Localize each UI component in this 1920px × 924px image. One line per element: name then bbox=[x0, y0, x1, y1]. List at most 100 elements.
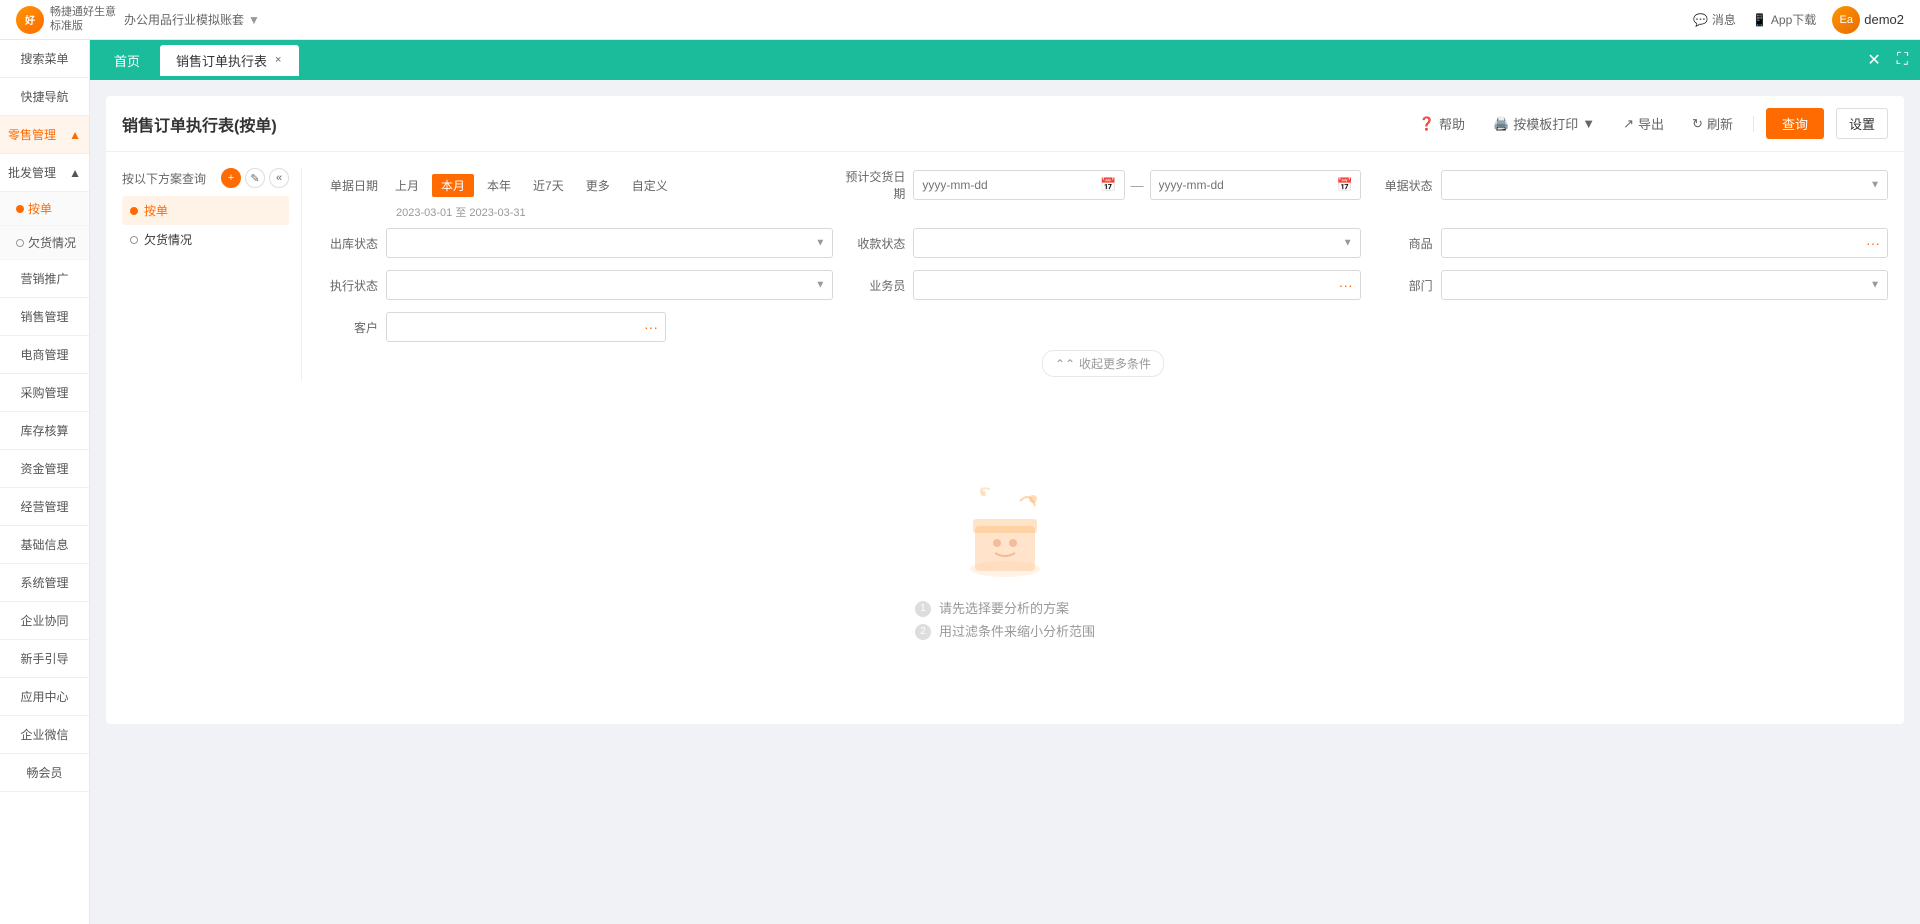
header-right: 💬 消息 📱 App下载 Ea demo2 bbox=[1693, 6, 1904, 34]
page-title: 销售订单执行表(按单) bbox=[122, 112, 277, 136]
empty-hint-1: 1 请先选择要分析的方案 bbox=[915, 597, 1095, 620]
window-expand-icon[interactable]: ⛶ bbox=[1893, 47, 1912, 73]
query-button[interactable]: 查询 bbox=[1766, 108, 1824, 139]
chevron-up-icon: ▲ bbox=[69, 128, 81, 142]
export-button[interactable]: ↗ 导出 bbox=[1615, 110, 1672, 137]
breadcrumb[interactable]: 办公用品行业模拟账套 ▼ bbox=[124, 11, 260, 28]
sidebar-item-newbie[interactable]: 新手引导 bbox=[0, 640, 89, 678]
goods-label: 商品 bbox=[1373, 235, 1433, 252]
app-download-button[interactable]: 📱 App下载 bbox=[1752, 11, 1816, 28]
sidebar-item-cooperation[interactable]: 企业协同 bbox=[0, 602, 89, 640]
sidebar-item-system[interactable]: 系统管理 bbox=[0, 564, 89, 602]
tab-bar: 首页 销售订单执行表 × ✕ ⛶ bbox=[90, 40, 1920, 80]
date-tab-this-month[interactable]: 本月 bbox=[432, 174, 474, 197]
help-button[interactable]: ❓ 帮助 bbox=[1411, 110, 1473, 137]
message-icon: 💬 bbox=[1693, 13, 1708, 27]
main-layout: 搜索菜单 快捷导航 零售管理 ▲ 批发管理 ▲ 按单 欠货情况 营销推广 销售管… bbox=[0, 40, 1920, 924]
empty-svg bbox=[945, 481, 1065, 581]
doc-status-select[interactable] bbox=[1441, 170, 1888, 200]
date-tabs: 上月 本月 本年 近7天 更多 自定义 bbox=[386, 174, 677, 197]
sidebar-item-basic[interactable]: 基础信息 bbox=[0, 526, 89, 564]
filter-dept-col: 部门 bbox=[1373, 270, 1888, 300]
date-tab-7days[interactable]: 近7天 bbox=[524, 174, 573, 197]
top-header: 好 畅捷通好生意 标准版 办公用品行业模拟账套 ▼ 💬 消息 📱 App下载 E… bbox=[0, 0, 1920, 40]
expected-date-label: 预计交货日期 bbox=[845, 168, 905, 202]
dept-label: 部门 bbox=[1373, 277, 1433, 294]
tab-close-icon[interactable]: × bbox=[273, 54, 283, 66]
filter-out-status-col: 出库状态 bbox=[318, 228, 833, 258]
sidebar-item-member[interactable]: 畅会员 bbox=[0, 754, 89, 792]
filter-date-col: 单据日期 上月 本月 本年 近7天 更多 自定义 bbox=[318, 174, 833, 197]
goods-input[interactable] bbox=[1441, 228, 1888, 258]
message-button[interactable]: 💬 消息 bbox=[1693, 11, 1736, 28]
empty-illustration bbox=[945, 481, 1065, 581]
add-scheme-button[interactable]: + bbox=[221, 168, 241, 188]
date-tab-last-month[interactable]: 上月 bbox=[386, 174, 428, 197]
receipt-status-select[interactable] bbox=[913, 228, 1360, 258]
expected-date-end-wrapper: 📅 bbox=[1150, 170, 1361, 200]
sidebar-sub-item-按单[interactable]: 按单 bbox=[0, 192, 89, 226]
sidebar-sub-item-欠货情况[interactable]: 欠货情况 bbox=[0, 226, 89, 260]
salesperson-input[interactable] bbox=[913, 270, 1360, 300]
tab-sales-order[interactable]: 销售订单执行表 × bbox=[160, 45, 299, 76]
expected-date-start-input[interactable] bbox=[913, 170, 1124, 200]
step-2-icon: 2 bbox=[915, 624, 931, 640]
filter-row-1: 单据日期 上月 本月 本年 近7天 更多 自定义 bbox=[318, 168, 1888, 202]
sidebar-item-wechat[interactable]: 企业微信 bbox=[0, 716, 89, 754]
sidebar-quick-nav[interactable]: 快捷导航 bbox=[0, 78, 89, 116]
date-tab-more[interactable]: 更多 bbox=[577, 174, 619, 197]
chevron-up-icon2: ▲ bbox=[69, 166, 81, 180]
sidebar-search[interactable]: 搜索菜单 bbox=[0, 40, 89, 78]
expected-date-inputs: 📅 — 📅 bbox=[913, 170, 1360, 200]
content-area: 首页 销售订单执行表 × ✕ ⛶ 销售订单执行表(按单) ❓ bbox=[90, 40, 1920, 924]
refresh-button[interactable]: ↻ 刷新 bbox=[1684, 110, 1741, 137]
active-dot-icon bbox=[16, 205, 24, 213]
sidebar-item-finance[interactable]: 资金管理 bbox=[0, 450, 89, 488]
breadcrumb-arrow-icon: ▼ bbox=[248, 13, 260, 27]
tab-home[interactable]: 首页 bbox=[98, 45, 156, 76]
page-content: 销售订单执行表(按单) ❓ 帮助 🖨️ 按模板打印 ▼ ↗ bbox=[90, 80, 1920, 924]
filter-area: 按以下方案查询 + ✎ « bbox=[106, 152, 1904, 397]
customer-input[interactable] bbox=[386, 312, 666, 342]
date-tab-this-year[interactable]: 本年 bbox=[478, 174, 520, 197]
user-profile[interactable]: Ea demo2 bbox=[1832, 6, 1904, 34]
sidebar-item-appstore[interactable]: 应用中心 bbox=[0, 678, 89, 716]
exec-status-select[interactable] bbox=[386, 270, 833, 300]
settings-button[interactable]: 设置 bbox=[1836, 108, 1888, 139]
window-close-icon[interactable]: ✕ bbox=[1863, 46, 1884, 74]
customer-input-wrapper: ··· bbox=[386, 312, 666, 342]
out-status-select[interactable] bbox=[386, 228, 833, 258]
filter-row-4: 客户 ··· bbox=[318, 312, 1888, 342]
scheme-item-欠货情况[interactable]: 欠货情况 bbox=[122, 225, 289, 254]
sidebar-item-purchase[interactable]: 采购管理 bbox=[0, 374, 89, 412]
filter-scheme-title: 按以下方案查询 bbox=[122, 170, 206, 187]
collapse-icon: ⌃⌃ bbox=[1055, 357, 1075, 371]
sidebar-item-wholesale[interactable]: 批发管理 ▲ bbox=[0, 154, 89, 192]
filter-scheme-panel: 按以下方案查询 + ✎ « bbox=[122, 168, 302, 381]
sidebar-item-sales[interactable]: 销售管理 bbox=[0, 298, 89, 336]
salesperson-label: 业务员 bbox=[845, 277, 905, 294]
scheme-item-按单[interactable]: 按单 bbox=[122, 196, 289, 225]
date-tab-custom[interactable]: 自定义 bbox=[623, 174, 677, 197]
step-1-icon: 1 bbox=[915, 601, 931, 617]
customer-dots-icon: ··· bbox=[644, 319, 658, 335]
collapse-scheme-button[interactable]: « bbox=[269, 168, 289, 188]
page-card: 销售订单执行表(按单) ❓ 帮助 🖨️ 按模板打印 ▼ ↗ bbox=[106, 96, 1904, 724]
sidebar-item-retail[interactable]: 零售管理 ▲ bbox=[0, 116, 89, 154]
sidebar-item-marketing[interactable]: 营销推广 bbox=[0, 260, 89, 298]
sidebar-item-ecommerce[interactable]: 电商管理 bbox=[0, 336, 89, 374]
date-label: 单据日期 bbox=[318, 177, 378, 194]
empty-state: 1 请先选择要分析的方案 2 用过滤条件来缩小分析范围 bbox=[106, 401, 1904, 724]
divider bbox=[1753, 116, 1754, 132]
collapse-button[interactable]: ⌃⌃ 收起更多条件 bbox=[1042, 350, 1164, 377]
scheme-active-dot bbox=[130, 207, 138, 215]
sidebar-item-inventory[interactable]: 库存核算 bbox=[0, 412, 89, 450]
sidebar-item-management[interactable]: 经营管理 bbox=[0, 488, 89, 526]
dept-select[interactable] bbox=[1441, 270, 1888, 300]
data-area: 1 请先选择要分析的方案 2 用过滤条件来缩小分析范围 bbox=[106, 401, 1904, 724]
print-arrow-icon: ▼ bbox=[1582, 116, 1595, 131]
print-icon: 🖨️ bbox=[1493, 116, 1509, 132]
print-button[interactable]: 🖨️ 按模板打印 ▼ bbox=[1485, 110, 1603, 137]
edit-scheme-button[interactable]: ✎ bbox=[245, 168, 265, 188]
expected-date-end-input[interactable] bbox=[1150, 170, 1361, 200]
